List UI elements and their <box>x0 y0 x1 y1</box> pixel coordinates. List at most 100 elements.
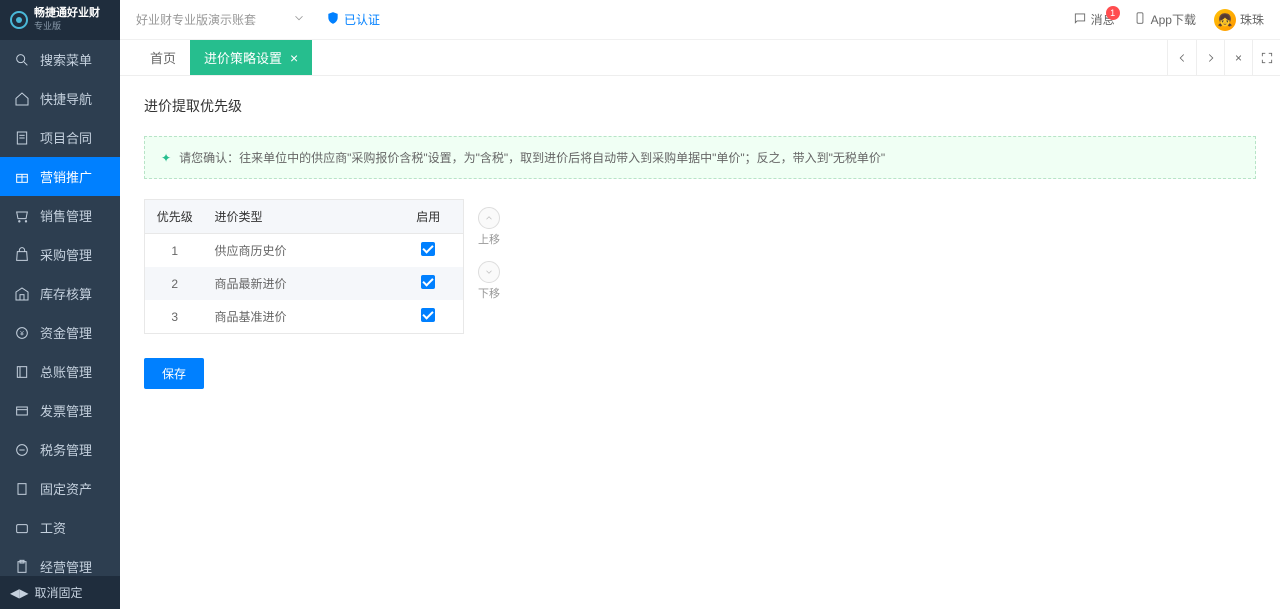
sidebar-item-label: 工资 <box>40 518 66 537</box>
move-up-button[interactable]: 上移 <box>478 207 500 247</box>
brand-header: 畅捷通好业财 专业版 <box>0 0 120 40</box>
app-download-label: App下载 <box>1151 11 1196 28</box>
main-area: 好业财专业版演示账套 已认证 消息 1 App下载 👧 珠珠 <box>120 0 1280 609</box>
messages-button[interactable]: 消息 1 <box>1073 11 1115 28</box>
move-controls: 上移 下移 <box>478 199 500 301</box>
sidebar-item-label: 经营管理 <box>40 557 92 576</box>
app-download-button[interactable]: App下载 <box>1133 11 1196 28</box>
cell-enable <box>394 267 464 300</box>
sidebar-item-assets[interactable]: 固定资产 <box>0 469 120 508</box>
tax-icon <box>14 442 30 458</box>
gift-icon <box>14 169 30 185</box>
sidebar-item-label: 采购管理 <box>40 245 92 264</box>
table-row[interactable]: 2 商品最新进价 <box>145 267 464 300</box>
sidebar-item-invoice[interactable]: 发票管理 <box>0 391 120 430</box>
checkbox[interactable] <box>421 308 435 322</box>
move-up-label: 上移 <box>478 231 500 247</box>
sidebar-item-label: 资金管理 <box>40 323 92 342</box>
save-button[interactable]: 保存 <box>144 358 204 389</box>
sidebar-item-label: 快捷导航 <box>40 89 92 108</box>
tabbar: 首页 进价策略设置 × × <box>120 40 1280 76</box>
sidebar-item-sales[interactable]: 销售管理 <box>0 196 120 235</box>
cell-priority: 1 <box>145 234 205 268</box>
sidebar-item-management[interactable]: 经营管理 <box>0 547 120 576</box>
brand-name: 畅捷通好业财 <box>34 8 100 19</box>
chevron-down-icon <box>478 261 500 283</box>
cell-enable <box>394 234 464 268</box>
sidebar-pin-toggle[interactable]: ◀▶ 取消固定 <box>0 576 120 609</box>
table-row[interactable]: 3 商品基准进价 <box>145 300 464 334</box>
account-selector[interactable]: 好业财专业版演示账套 <box>136 11 306 28</box>
message-icon <box>1073 11 1087 28</box>
checkbox[interactable] <box>421 242 435 256</box>
contract-icon <box>14 130 30 146</box>
sidebar-menu: 搜索菜单 快捷导航 项目合同 营销推广 销售管理 采购管理 <box>0 40 120 576</box>
brand-edition: 专业版 <box>34 19 100 32</box>
sidebar-item-label: 销售管理 <box>40 206 92 225</box>
cell-type: 供应商历史价 <box>205 234 394 268</box>
chevron-up-icon <box>478 207 500 229</box>
tab-controls: × <box>1167 40 1280 75</box>
book-icon <box>14 364 30 380</box>
tab-label: 首页 <box>150 48 176 67</box>
cell-type: 商品基准进价 <box>205 300 394 334</box>
cell-priority: 3 <box>145 300 205 334</box>
phone-icon <box>1133 11 1147 28</box>
sidebar-item-ledger[interactable]: 总账管理 <box>0 352 120 391</box>
sidebar-item-inventory[interactable]: 库存核算 <box>0 274 120 313</box>
sidebar-item-shortcut[interactable]: 快捷导航 <box>0 79 120 118</box>
sidebar-item-label: 固定资产 <box>40 479 92 498</box>
sidebar-item-label: 发票管理 <box>40 401 92 420</box>
sidebar-item-label: 税务管理 <box>40 440 92 459</box>
fullscreen-button[interactable] <box>1252 40 1280 75</box>
move-down-button[interactable]: 下移 <box>478 261 500 301</box>
receipt-icon <box>14 403 30 419</box>
volume-icon: ◀▶ <box>10 586 28 600</box>
cell-priority: 2 <box>145 267 205 300</box>
tab-label: 进价策略设置 <box>204 48 282 67</box>
user-name: 珠珠 <box>1240 11 1264 28</box>
chevron-down-icon <box>292 11 306 28</box>
sidebar-item-project[interactable]: 项目合同 <box>0 118 120 157</box>
cart-icon <box>14 208 30 224</box>
tab-next-button[interactable] <box>1196 40 1224 75</box>
search-icon <box>14 52 30 68</box>
sidebar-item-tax[interactable]: 税务管理 <box>0 430 120 469</box>
sidebar-item-label: 搜索菜单 <box>40 50 92 69</box>
bag-icon <box>14 247 30 263</box>
shield-icon <box>326 11 340 28</box>
wallet-icon <box>14 520 30 536</box>
tab-close-all-button[interactable]: × <box>1224 40 1252 75</box>
content-area: 进价提取优先级 ✦ 请您确认：往来单位中的供应商"采购报价含税"设置，为"含税"… <box>120 76 1280 609</box>
col-priority: 优先级 <box>145 200 205 234</box>
tab-prev-button[interactable] <box>1168 40 1196 75</box>
account-name: 好业财专业版演示账套 <box>136 11 256 28</box>
sidebar-item-salary[interactable]: 工资 <box>0 508 120 547</box>
table-row[interactable]: 1 供应商历史价 <box>145 234 464 268</box>
warehouse-icon <box>14 286 30 302</box>
verified-badge[interactable]: 已认证 <box>326 11 380 28</box>
tab-price-strategy[interactable]: 进价策略设置 × <box>190 40 312 75</box>
cell-type: 商品最新进价 <box>205 267 394 300</box>
user-avatar-icon: 👧 <box>1214 9 1236 31</box>
sidebar-item-label: 总账管理 <box>40 362 92 381</box>
sidebar-item-label: 库存核算 <box>40 284 92 303</box>
table-wrapper: 优先级 进价类型 启用 1 供应商历史价 2 商品最新 <box>144 199 1256 334</box>
col-enable: 启用 <box>394 200 464 234</box>
user-menu[interactable]: 👧 珠珠 <box>1214 9 1264 31</box>
tab-home[interactable]: 首页 <box>136 40 190 75</box>
sidebar-item-funds[interactable]: ¥ 资金管理 <box>0 313 120 352</box>
sparkle-icon: ✦ <box>161 151 171 165</box>
move-down-label: 下移 <box>478 285 500 301</box>
sidebar-item-marketing[interactable]: 营销推广 <box>0 157 120 196</box>
checkbox[interactable] <box>421 275 435 289</box>
coin-icon: ¥ <box>14 325 30 341</box>
sidebar-item-purchase[interactable]: 采购管理 <box>0 235 120 274</box>
banner-text: 请您确认：往来单位中的供应商"采购报价含税"设置，为"含税"，取到进价后将自动带… <box>179 149 885 166</box>
home-icon <box>14 91 30 107</box>
sidebar-item-search[interactable]: 搜索菜单 <box>0 40 120 79</box>
sidebar-item-label: 项目合同 <box>40 128 92 147</box>
svg-text:¥: ¥ <box>20 330 24 337</box>
col-type: 进价类型 <box>205 200 394 234</box>
close-icon[interactable]: × <box>290 50 298 66</box>
